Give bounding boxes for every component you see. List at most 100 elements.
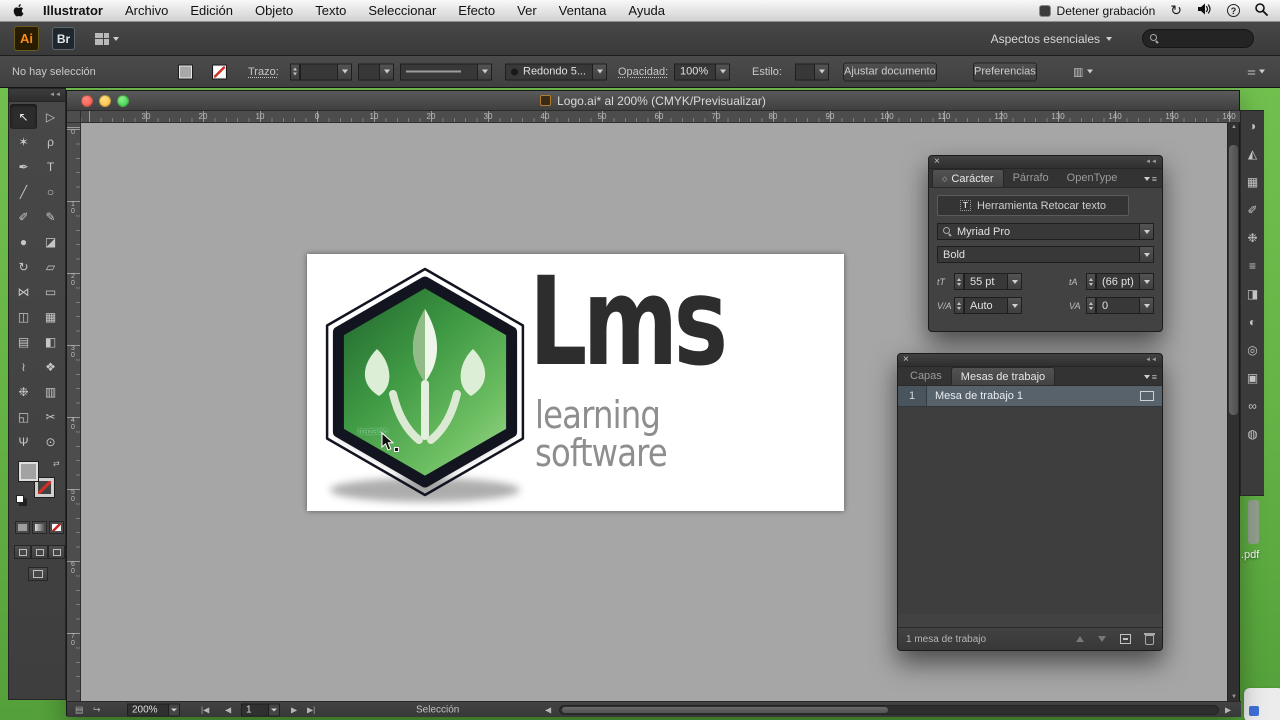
direct-selection-tool[interactable]: ▷ (37, 104, 64, 129)
menu-item-texto[interactable]: Texto (315, 3, 346, 18)
zoom-tool[interactable]: ⊙ (37, 429, 64, 454)
symbol-sprayer-tool[interactable]: ❉ (10, 379, 37, 404)
workspace-switcher[interactable]: Aspectos esenciales (991, 32, 1112, 46)
type-tool[interactable]: T (37, 154, 64, 179)
ellipse-tool[interactable]: ○ (37, 179, 64, 204)
links-panel-icon[interactable]: ∞ (1244, 397, 1262, 415)
draw-normal-button[interactable] (14, 545, 31, 559)
none-button[interactable] (49, 521, 64, 534)
vertical-scroll-thumb[interactable] (1229, 145, 1238, 415)
column-graph-tool[interactable]: ▥ (37, 379, 64, 404)
menu-item-ayuda[interactable]: Ayuda (628, 3, 665, 18)
stroke-weight-control[interactable] (290, 63, 352, 80)
artboard-list-empty-area[interactable] (898, 407, 1162, 614)
zoom-window-button[interactable] (117, 95, 129, 107)
font-size-control[interactable]: tT 55 pt (937, 273, 1022, 290)
new-artboard-button[interactable] (1120, 634, 1131, 644)
swap-fill-stroke-icon[interactable]: ⇄ (53, 459, 60, 468)
opacity-label[interactable]: Opacidad: (618, 66, 668, 78)
close-icon[interactable]: × (903, 355, 909, 365)
leading-stepper[interactable] (1086, 273, 1096, 290)
artboard[interactable]: Lms learning software (307, 254, 844, 511)
tracking-control[interactable]: VA 0 (1069, 297, 1154, 314)
menu-item-edicion[interactable]: Edición (190, 3, 233, 18)
tab-capas[interactable]: Capas (901, 367, 951, 385)
close-icon[interactable]: × (934, 157, 940, 167)
menu-item-ventana[interactable]: Ventana (559, 3, 607, 18)
artboard-icon[interactable] (1140, 391, 1154, 401)
artboard-number-dropdown[interactable] (269, 703, 280, 716)
blob-brush-tool[interactable]: ● (10, 229, 37, 254)
leading-dropdown[interactable] (1140, 273, 1154, 290)
hand-tool[interactable]: Ψ (10, 429, 37, 454)
color-button[interactable] (15, 521, 30, 534)
scroll-right-icon[interactable]: ▶ (1225, 705, 1231, 714)
zoom-value[interactable]: 200% (127, 703, 169, 716)
stroke-color-swatch[interactable] (212, 64, 227, 79)
gradient-tool[interactable]: ◧ (37, 329, 64, 354)
width-tool[interactable]: ⋈ (10, 279, 37, 304)
appearance-panel-icon[interactable]: ◎ (1244, 341, 1262, 359)
scroll-up-icon[interactable]: ▲ (1228, 124, 1240, 130)
default-fill-stroke-icon[interactable] (16, 495, 24, 503)
lasso-tool[interactable]: ρ (37, 129, 64, 154)
preferences-button[interactable]: Preferencias (973, 62, 1037, 81)
font-family-dropdown[interactable] (1140, 223, 1154, 240)
tab-parrafo[interactable]: Párrafo (1004, 169, 1058, 187)
graphic-style-dropdown[interactable] (795, 63, 829, 80)
touch-type-tool-button[interactable]: T Herramienta Retocar texto (937, 195, 1129, 216)
fill-color-swatch[interactable] (178, 64, 193, 79)
close-window-button[interactable] (81, 95, 93, 107)
font-family-field[interactable]: Myriad Pro (937, 223, 1140, 240)
tracking-stepper[interactable] (1086, 297, 1096, 314)
zoom-dropdown[interactable] (169, 703, 180, 716)
anchor-point-handle[interactable] (394, 447, 399, 452)
minimize-window-button[interactable] (99, 95, 111, 107)
tab-caracter[interactable]: ◇ Carácter (932, 169, 1004, 187)
mesh-tool[interactable]: ▤ (10, 329, 37, 354)
next-artboard-button[interactable]: ▶ (291, 705, 297, 714)
artboard-list-item[interactable]: 1 Mesa de trabajo 1 (898, 386, 1162, 407)
symbols-panel-icon[interactable]: ❉ (1244, 229, 1262, 247)
fit-document-button[interactable]: Ajustar documento (843, 62, 937, 81)
graphic-styles-panel-icon[interactable]: ▣ (1244, 369, 1262, 387)
transparency-panel-icon[interactable]: ◐ (1244, 313, 1262, 331)
artboard-name[interactable]: Mesa de trabajo 1 (927, 386, 1140, 406)
vertical-scrollbar[interactable]: ▲ ▼ (1227, 123, 1239, 701)
tab-opentype[interactable]: OpenType (1058, 169, 1127, 187)
horizontal-scroll-thumb[interactable] (562, 707, 888, 713)
panel-menu-icon[interactable]: ≡ (1144, 174, 1157, 184)
stroke-panel-icon[interactable]: ≡ (1244, 257, 1262, 275)
stroke-weight-stepper[interactable] (290, 63, 300, 80)
menu-app-name[interactable]: Illustrator (43, 3, 103, 18)
apple-menu-icon[interactable] (12, 3, 25, 18)
status-doc-icon[interactable]: ▤ (75, 704, 84, 715)
line-segment-tool[interactable]: ╱ (10, 179, 37, 204)
stop-recording-control[interactable]: Detener grabación (1039, 4, 1156, 18)
color-guide-panel-icon[interactable]: ◭ (1244, 145, 1262, 163)
kerning-stepper[interactable] (954, 297, 964, 314)
artboards-panel-header[interactable]: × ◄◄ (898, 354, 1162, 367)
arrange-documents-button[interactable] (95, 33, 119, 45)
gradient-button[interactable] (32, 521, 47, 534)
search-box[interactable] (1142, 29, 1254, 48)
pencil-tool[interactable]: ✎ (37, 204, 64, 229)
move-artboard-down-button[interactable] (1098, 636, 1106, 642)
zoom-control[interactable]: 200% (127, 703, 180, 716)
help-menu-icon[interactable]: ? (1227, 4, 1240, 17)
font-size-stepper[interactable] (954, 273, 964, 290)
horizontal-ruler[interactable]: 30 20 10 0 10 20 30 40 50 60 70 80 90 100 110 120 130 140… (81, 111, 1241, 123)
eyedropper-tool[interactable]: ≀ (10, 354, 37, 379)
menu-item-archivo[interactable]: Archivo (125, 3, 168, 18)
brush-definition-dropdown[interactable]: Redondo 5... (505, 63, 607, 80)
screen-mode-button[interactable] (28, 567, 48, 581)
tracking-value[interactable]: 0 (1096, 297, 1140, 314)
tab-mesas-de-trabajo[interactable]: Mesas de trabajo (951, 367, 1055, 385)
panel-menu-icon[interactable]: ≡ (1144, 372, 1157, 382)
rotate-tool[interactable]: ↻ (10, 254, 37, 279)
blend-tool[interactable]: ❖ (37, 354, 64, 379)
first-artboard-button[interactable]: |◀ (201, 705, 209, 714)
leading-value[interactable]: (66 pt) (1096, 273, 1140, 290)
font-style-dropdown[interactable] (1140, 246, 1154, 263)
menu-item-ver[interactable]: Ver (517, 3, 537, 18)
